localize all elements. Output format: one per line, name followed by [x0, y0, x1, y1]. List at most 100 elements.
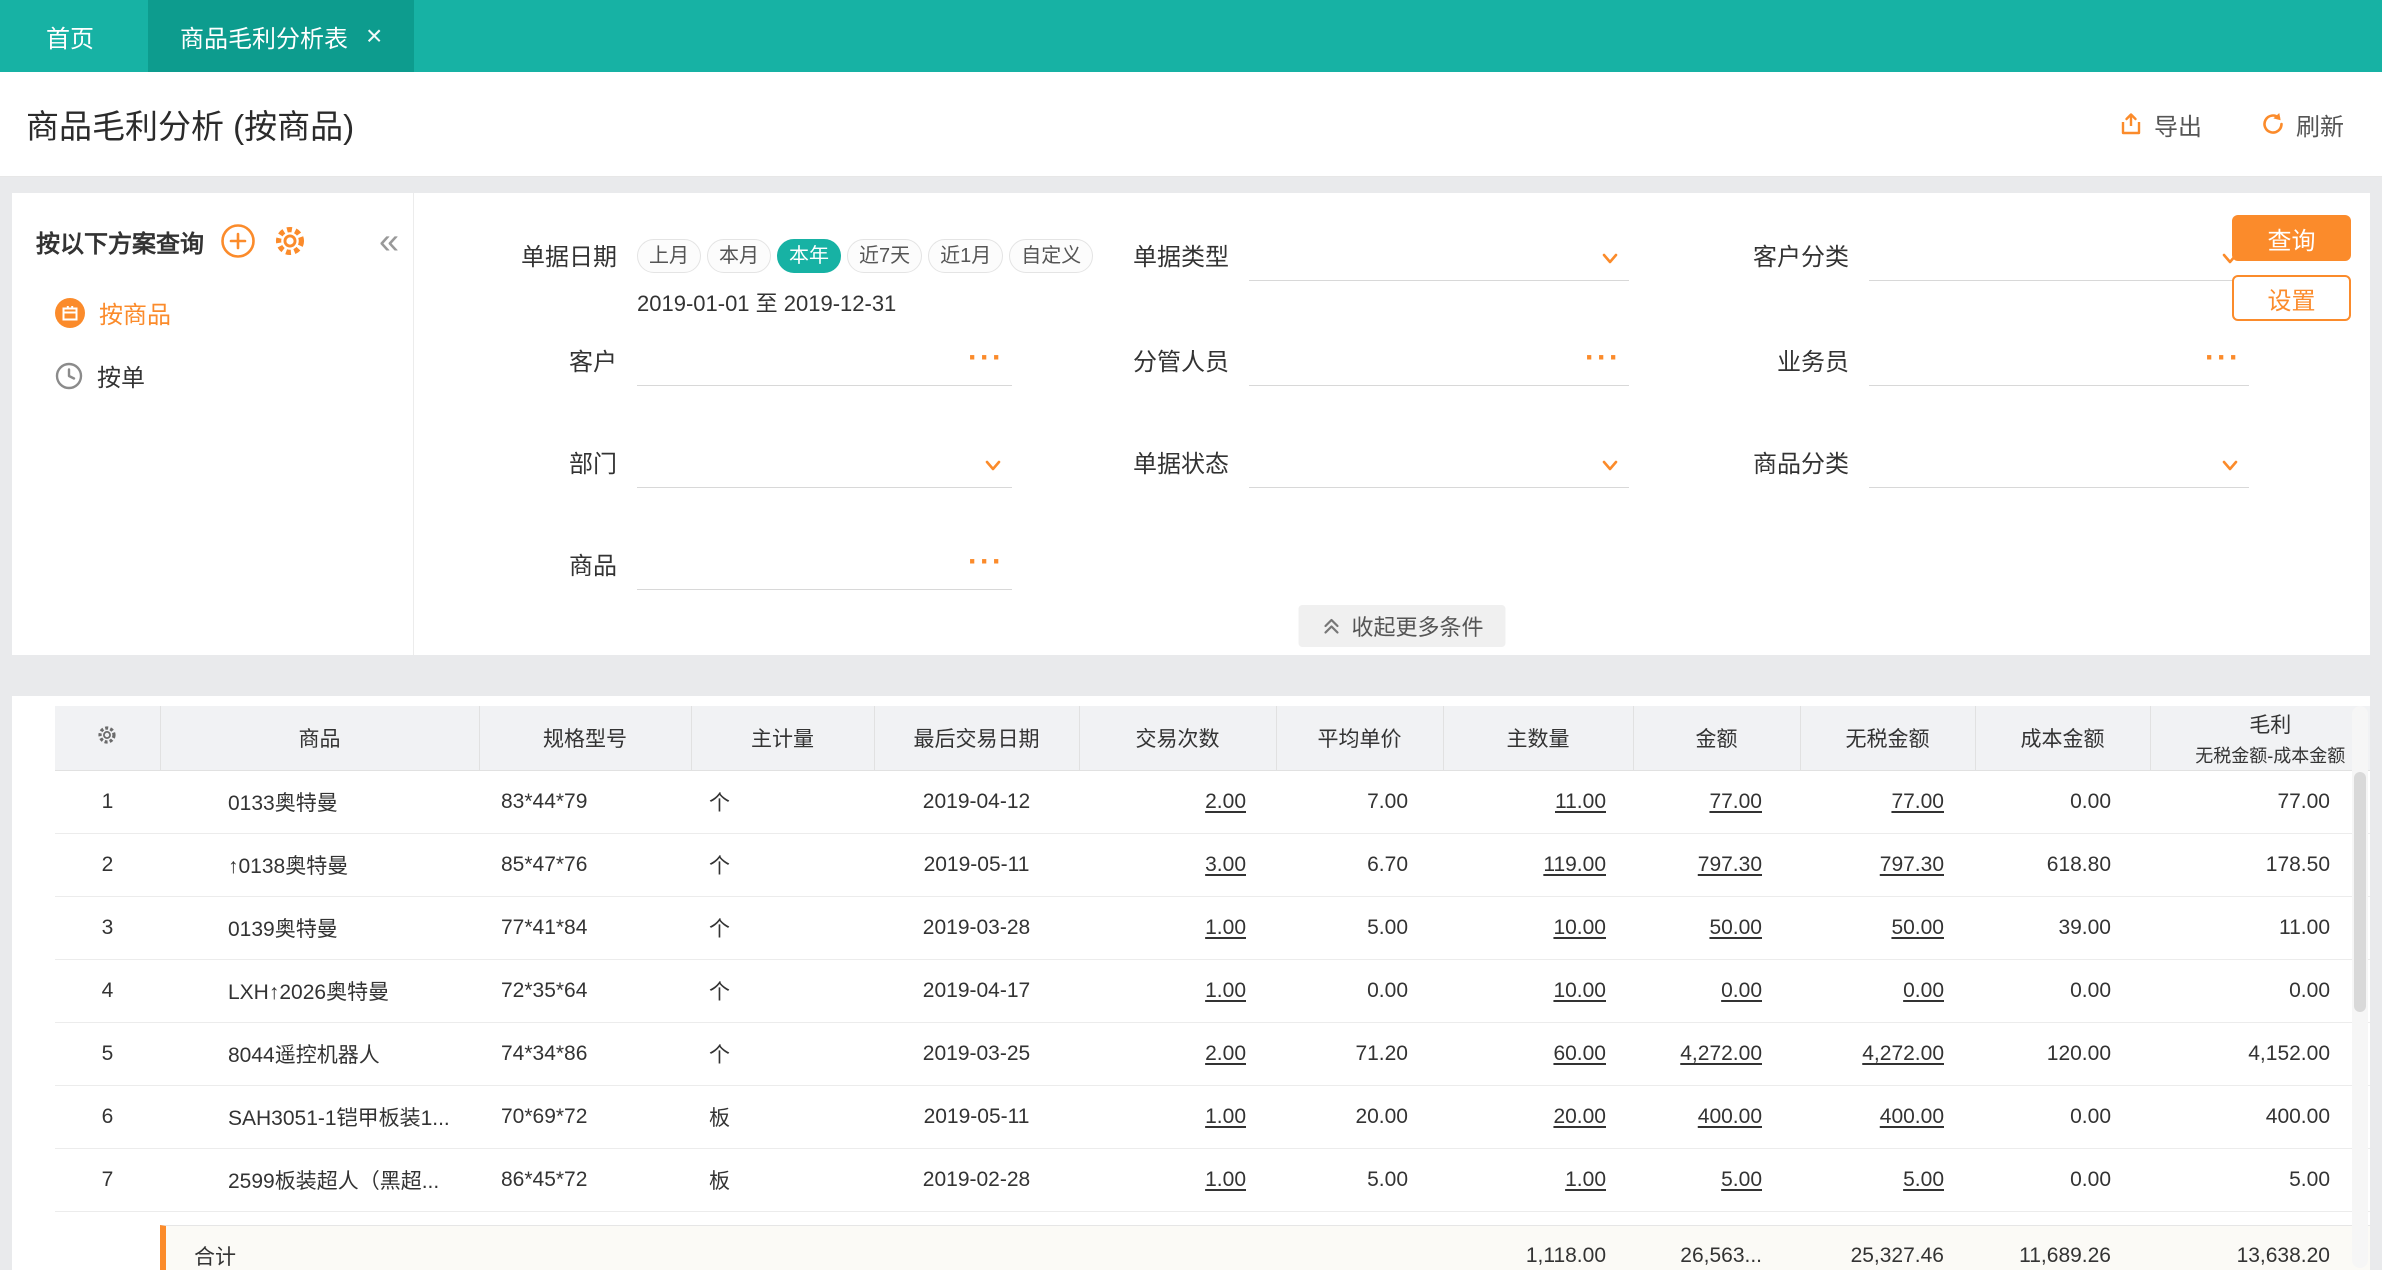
- cell-amount[interactable]: 50.00: [1633, 896, 1800, 960]
- date-range[interactable]: 2019-01-01 至 2019-12-31: [637, 286, 1104, 318]
- filter-field-单据类型[interactable]: [1249, 235, 1629, 281]
- vertical-scrollbar[interactable]: [2352, 706, 2368, 1268]
- tab-active-label: 商品毛利分析表: [180, 25, 348, 53]
- filter-field-单据状态[interactable]: [1249, 442, 1629, 488]
- table-row: 7 2599板装超人（黑超... 86*45*72 板 2019-02-28 1.00 5.…: [55, 1148, 2370, 1212]
- column-header-trade-count[interactable]: 交易次数: [1079, 706, 1277, 771]
- table-row: 1 0133奥特曼 83*44*79 个 2019-04-12 2.00 7.00 11.00…: [55, 770, 2370, 834]
- column-header-spec[interactable]: 规格型号: [479, 706, 692, 771]
- cell-tax-free-amount[interactable]: 77.00: [1800, 770, 1975, 834]
- cell-tax-free-amount[interactable]: 400.00: [1800, 1085, 1975, 1149]
- date-preset-0[interactable]: 上月: [637, 239, 701, 273]
- column-header-gross-profit[interactable]: 毛利 无税金额-成本金额: [2150, 706, 2370, 771]
- filter-field-商品分类[interactable]: [1869, 442, 2249, 488]
- column-header-cost-amount[interactable]: 成本金额: [1975, 706, 2151, 771]
- export-icon: [2121, 113, 2141, 135]
- ellipsis-picker-icon: ···: [2205, 340, 2241, 374]
- tab-product-profit-analysis[interactable]: 商品毛利分析表 ×: [148, 0, 415, 72]
- filter-field-商品[interactable]: ···: [637, 544, 1012, 590]
- cell-trade-count[interactable]: 1.00: [1079, 1085, 1276, 1149]
- column-header-unit[interactable]: 主计量: [691, 706, 875, 771]
- filter-field-分管人员[interactable]: ···: [1249, 340, 1629, 386]
- cell-tax-free-amount[interactable]: 5.00: [1800, 1148, 1975, 1212]
- total-label: 合计: [194, 1246, 236, 1269]
- column-settings-button[interactable]: [55, 706, 161, 771]
- cell-tax-free-amount[interactable]: 797.30: [1800, 833, 1975, 897]
- cell-tax-free-amount[interactable]: 50.00: [1800, 896, 1975, 960]
- cell-qty[interactable]: 10.00: [1443, 896, 1633, 960]
- sidebar-item-by-order[interactable]: 按单: [54, 358, 413, 393]
- plus-circle-icon: [221, 224, 255, 258]
- date-preset-1[interactable]: 本月: [707, 239, 771, 273]
- cell-qty[interactable]: 11.00: [1443, 770, 1633, 834]
- filter-field-业务员[interactable]: ···: [1869, 340, 2249, 386]
- cell-amount[interactable]: 400.00: [1633, 1085, 1800, 1149]
- cell-amount[interactable]: 4,272.00: [1633, 1022, 1800, 1086]
- filter-field-客户[interactable]: ···: [637, 340, 1012, 386]
- cell-qty[interactable]: 60.00: [1443, 1022, 1633, 1086]
- add-scheme-button[interactable]: [220, 223, 256, 259]
- cell-avg-price: 0.00: [1276, 959, 1443, 1023]
- filter-label: 客户: [569, 349, 617, 376]
- cell-product: 8044遥控机器人: [160, 1022, 479, 1086]
- cell-unit: 板: [691, 1085, 874, 1149]
- cell-trade-count[interactable]: 2.00: [1079, 770, 1276, 834]
- export-button[interactable]: 导出: [2118, 107, 2202, 142]
- cell-qty[interactable]: 119.00: [1443, 833, 1633, 897]
- total-cost-amount: 11,689.26: [2019, 1244, 2111, 1267]
- cell-unit: 板: [691, 1148, 874, 1212]
- cell-unit: 个: [691, 833, 874, 897]
- cell-gross-profit: 11.00: [2150, 896, 2370, 960]
- filter-field-部门[interactable]: [637, 442, 1012, 488]
- cell-last-trade-date: 2019-05-11: [874, 1085, 1079, 1149]
- date-preset-4[interactable]: 近1月: [928, 239, 1004, 273]
- refresh-button[interactable]: 刷新: [2260, 107, 2344, 142]
- cell-trade-count[interactable]: 1.00: [1079, 959, 1276, 1023]
- chevron-down-icon: [1602, 460, 1618, 470]
- sidebar-item-label: 按单: [97, 365, 145, 392]
- chevron-down-icon: [2222, 460, 2238, 470]
- collapse-conditions-button[interactable]: 收起更多条件: [1298, 605, 1506, 647]
- cell-row-index: 6: [55, 1085, 160, 1149]
- filter-field-客户分类[interactable]: [1869, 235, 2249, 281]
- cell-qty[interactable]: 20.00: [1443, 1085, 1633, 1149]
- cell-trade-count[interactable]: 1.00: [1079, 1148, 1276, 1212]
- column-header-avg-price[interactable]: 平均单价: [1276, 706, 1444, 771]
- cell-tax-free-amount[interactable]: 0.00: [1800, 959, 1975, 1023]
- cell-spec: 83*44*79: [479, 770, 691, 834]
- scrollbar-thumb[interactable]: [2354, 772, 2366, 1012]
- date-preset-5[interactable]: 自定义: [1009, 239, 1094, 273]
- cell-qty[interactable]: 10.00: [1443, 959, 1633, 1023]
- collapse-sidebar-icon[interactable]: «: [379, 222, 399, 258]
- column-header-tax-free-amount[interactable]: 无税金额: [1800, 706, 1976, 771]
- cell-trade-count[interactable]: 2.00: [1079, 1022, 1276, 1086]
- date-preset-2[interactable]: 本年: [777, 239, 841, 273]
- settings-button[interactable]: 设置: [2232, 275, 2351, 321]
- filter-label: 单据类型: [1133, 244, 1229, 271]
- column-header-last-trade-date[interactable]: 最后交易日期: [874, 706, 1080, 771]
- date-filter: 上月 本月 本年 近7天 近1月 自定义 2019-01-01 至 2019-12-31: [637, 235, 1104, 318]
- cell-trade-count[interactable]: 3.00: [1079, 833, 1276, 897]
- tab-home[interactable]: 首页: [14, 0, 126, 72]
- cell-amount[interactable]: 797.30: [1633, 833, 1800, 897]
- cell-qty[interactable]: 1.00: [1443, 1148, 1633, 1212]
- cell-amount[interactable]: 0.00: [1633, 959, 1800, 1023]
- cell-cost-amount: 618.80: [1975, 833, 2150, 897]
- date-preset-3[interactable]: 近7天: [847, 239, 923, 273]
- filter-label: 商品: [569, 553, 617, 580]
- query-button[interactable]: 查询: [2232, 215, 2351, 261]
- data-table: 商品 规格型号 主计量 最后交易日期 交易次数 平均单价 主数量 金额 无税金额 成本金额 毛利 无税…: [55, 706, 2370, 1212]
- cell-amount[interactable]: 77.00: [1633, 770, 1800, 834]
- close-tab-icon[interactable]: ×: [366, 22, 382, 50]
- collapse-conditions-label: 收起更多条件: [1351, 615, 1484, 640]
- column-header-product[interactable]: 商品: [160, 706, 480, 771]
- scheme-settings-button[interactable]: [272, 223, 308, 259]
- cell-last-trade-date: 2019-03-28: [874, 896, 1079, 960]
- column-header-qty[interactable]: 主数量: [1443, 706, 1634, 771]
- sidebar-item-by-product[interactable]: 按商品: [54, 295, 413, 330]
- cell-tax-free-amount[interactable]: 4,272.00: [1800, 1022, 1975, 1086]
- cell-trade-count[interactable]: 1.00: [1079, 896, 1276, 960]
- cell-amount[interactable]: 5.00: [1633, 1148, 1800, 1212]
- column-header-amount[interactable]: 金额: [1633, 706, 1801, 771]
- cell-last-trade-date: 2019-05-11: [874, 833, 1079, 897]
